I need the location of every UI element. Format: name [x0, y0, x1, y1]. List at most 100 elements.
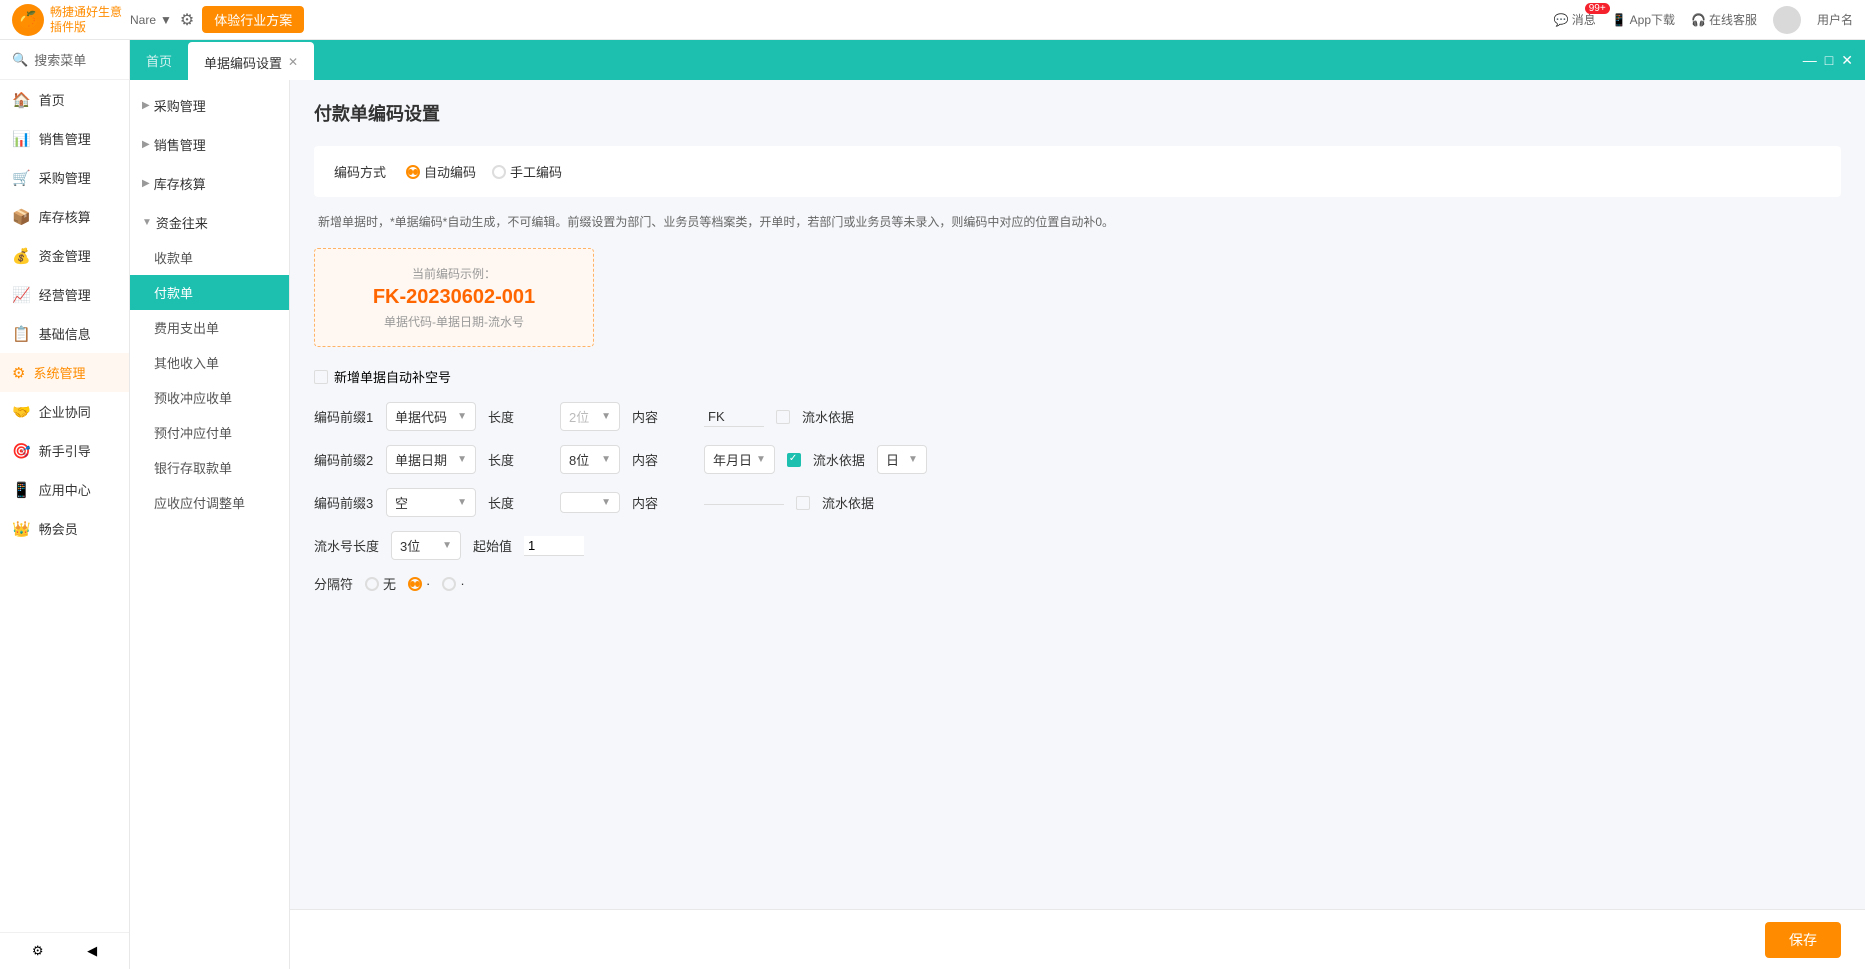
logo-text: 畅捷通好生意 插件版	[50, 5, 122, 34]
inventory-icon: 📦	[12, 208, 31, 226]
sub-item-bank[interactable]: 银行存取款单	[130, 450, 289, 485]
auto-fill-label: 新增单据自动补空号	[334, 367, 451, 386]
dropdown-icon: ▼	[160, 13, 172, 27]
prefix1-length-select[interactable]: 2位 ▼	[560, 402, 620, 431]
sub-group-inventory: ▶ 库存核算	[130, 166, 289, 201]
prefix2-select[interactable]: 单据日期 ▼	[386, 445, 476, 474]
prefix2-unit-select[interactable]: 日 ▼	[877, 445, 927, 474]
logo-icon: 🍊	[12, 4, 44, 36]
settings-icon[interactable]: ⚙	[180, 10, 194, 30]
sub-item-receipt[interactable]: 收款单	[130, 240, 289, 275]
home-icon: 🏠	[12, 91, 31, 109]
sub-sidebar: ▶ 采购管理 ▶ 销售管理 ▶ 库存核算	[130, 80, 290, 969]
guide-icon: 🎯	[12, 442, 31, 460]
search-menu[interactable]: 🔍 搜索菜单	[0, 40, 129, 80]
prefix2-arrow-icon: ▼	[457, 454, 467, 465]
prefix1-select[interactable]: 单据代码 ▼	[386, 402, 476, 431]
member-icon: 👑	[12, 520, 31, 538]
plan-button[interactable]: 体验行业方案	[202, 6, 304, 33]
prefix2-length-select[interactable]: 8位 ▼	[560, 445, 620, 474]
serial-start-input[interactable]	[524, 536, 584, 556]
manual-encode-radio[interactable]: 手工编码	[492, 162, 562, 181]
sub-group-sales-title[interactable]: ▶ 销售管理	[130, 127, 289, 162]
prefix2-content-arrow-icon: ▼	[756, 454, 766, 465]
sub-group-capital-title[interactable]: ▼ 资金往来	[130, 205, 289, 240]
sub-item-expense[interactable]: 费用支出单	[130, 310, 289, 345]
avatar[interactable]	[1773, 6, 1801, 34]
sub-item-prepay-pay[interactable]: 预付冲应付单	[130, 415, 289, 450]
sub-item-adjust[interactable]: 应收应付调整单	[130, 485, 289, 520]
arrow-down-icon: ▼	[142, 217, 152, 228]
save-button[interactable]: 保存	[1765, 922, 1841, 958]
sub-item-payment[interactable]: 付款单	[130, 275, 289, 310]
sidebar-item-system[interactable]: ⚙ 系统管理	[0, 353, 129, 392]
auto-encode-dot	[406, 165, 420, 179]
prefix3-length-label: 长度	[488, 493, 548, 512]
sidebar-item-apps[interactable]: 📱 应用中心	[0, 470, 129, 509]
sidebar-item-guide[interactable]: 🎯 新手引导	[0, 431, 129, 470]
prefix3-select[interactable]: 空 ▼	[386, 488, 476, 517]
sidebar-bottom: ⚙ ◀	[0, 932, 129, 969]
partner-icon: 🤝	[12, 403, 31, 421]
auto-fill-checkbox[interactable]	[314, 370, 328, 384]
serial-length-select[interactable]: 3位 ▼	[391, 531, 461, 560]
finance-icon: 💰	[12, 247, 31, 265]
separator-none-radio[interactable]: 无	[365, 574, 396, 593]
sidebar-item-basic[interactable]: 📋 基础信息	[0, 314, 129, 353]
prefix2-content-select[interactable]: 年月日 ▼	[704, 445, 775, 474]
prefix1-flowing-checkbox[interactable]	[776, 410, 790, 424]
sub-item-prepay-recv[interactable]: 预收冲应收单	[130, 380, 289, 415]
sub-group-capital: ▼ 资金往来 收款单 付款单 费用支出单 其他收入单	[130, 205, 289, 520]
online-service[interactable]: 🎧 在线客服	[1691, 11, 1757, 28]
maximize-icon[interactable]: □	[1825, 52, 1833, 68]
prefix2-label: 编码前缀2	[314, 450, 374, 469]
sidebar-item-member[interactable]: 👑 畅会员	[0, 509, 129, 548]
arrow-right-icon2: ▶	[142, 139, 150, 150]
sidebar-item-partner[interactable]: 🤝 企业协同	[0, 392, 129, 431]
separator-dot-radio[interactable]: ·	[408, 576, 430, 591]
prefix2-unit-arrow-icon: ▼	[908, 454, 918, 465]
prefix1-length-arrow-icon: ▼	[601, 411, 611, 422]
topbar-right: 💬 消息 99+ 📱 App下载 🎧 在线客服 用户名	[1554, 6, 1853, 34]
settings-bottom-icon[interactable]: ⚙	[32, 943, 44, 959]
prefix3-flowing-checkbox[interactable]	[796, 496, 810, 510]
download-icon: 📱	[1612, 13, 1627, 27]
basic-icon: 📋	[12, 325, 31, 343]
sidebar-item-sales[interactable]: 📊 销售管理	[0, 119, 129, 158]
serial-length-label: 流水号长度	[314, 536, 379, 555]
config-row-3: 编码前缀3 空 ▼ 长度 ▼ 内容 流水依据	[314, 488, 1841, 517]
auto-encode-radio[interactable]: 自动编码	[406, 162, 476, 181]
sidebar-item-home[interactable]: 🏠 首页	[0, 80, 129, 119]
sidebar-item-purchase[interactable]: 🛒 采购管理	[0, 158, 129, 197]
prefix2-flowing-checkbox[interactable]	[787, 453, 801, 467]
prefix3-length-select[interactable]: ▼	[560, 492, 620, 513]
arrow-right-icon3: ▶	[142, 178, 150, 189]
tab-close-icon[interactable]: ✕	[288, 55, 298, 69]
sub-group-purchase-title[interactable]: ▶ 采购管理	[130, 88, 289, 123]
separator-dot2-radio[interactable]: ·	[442, 576, 464, 591]
message-button[interactable]: 💬 消息 99+	[1554, 11, 1596, 28]
tab-home[interactable]: 首页	[130, 40, 188, 80]
sidebar-item-operations[interactable]: 📈 经营管理	[0, 275, 129, 314]
tab-encode-settings[interactable]: 单据编码设置 ✕	[188, 42, 314, 82]
sub-item-other-income[interactable]: 其他收入单	[130, 345, 289, 380]
sub-group-inventory-title[interactable]: ▶ 库存核算	[130, 166, 289, 201]
sub-group-sales: ▶ 销售管理	[130, 127, 289, 162]
company-selector[interactable]: Nare ▼	[130, 13, 172, 27]
config-row-2: 编码前缀2 单据日期 ▼ 长度 8位 ▼ 内容 年月日	[314, 445, 1841, 474]
serial-length-arrow-icon: ▼	[442, 540, 452, 551]
manual-encode-dot	[492, 165, 506, 179]
sidebar-item-inventory[interactable]: 📦 库存核算	[0, 197, 129, 236]
search-icon: 🔍	[12, 52, 28, 68]
prefix3-label: 编码前缀3	[314, 493, 374, 512]
minimize-icon[interactable]: —	[1803, 52, 1817, 68]
collapse-icon[interactable]: ◀	[87, 943, 97, 959]
app-download[interactable]: 📱 App下载	[1612, 11, 1675, 28]
serial-start-label: 起始值	[473, 536, 512, 555]
encode-mode-label: 编码方式	[334, 162, 386, 181]
close-window-icon[interactable]: ✕	[1841, 52, 1853, 69]
prefix1-arrow-icon: ▼	[457, 411, 467, 422]
sidebar: 🔍 搜索菜单 🏠 首页 📊 销售管理 🛒 采购管理 📦 库存核算 💰 资金管理 …	[0, 40, 130, 969]
footer: 保存	[290, 909, 1865, 969]
sidebar-item-finance[interactable]: 💰 资金管理	[0, 236, 129, 275]
